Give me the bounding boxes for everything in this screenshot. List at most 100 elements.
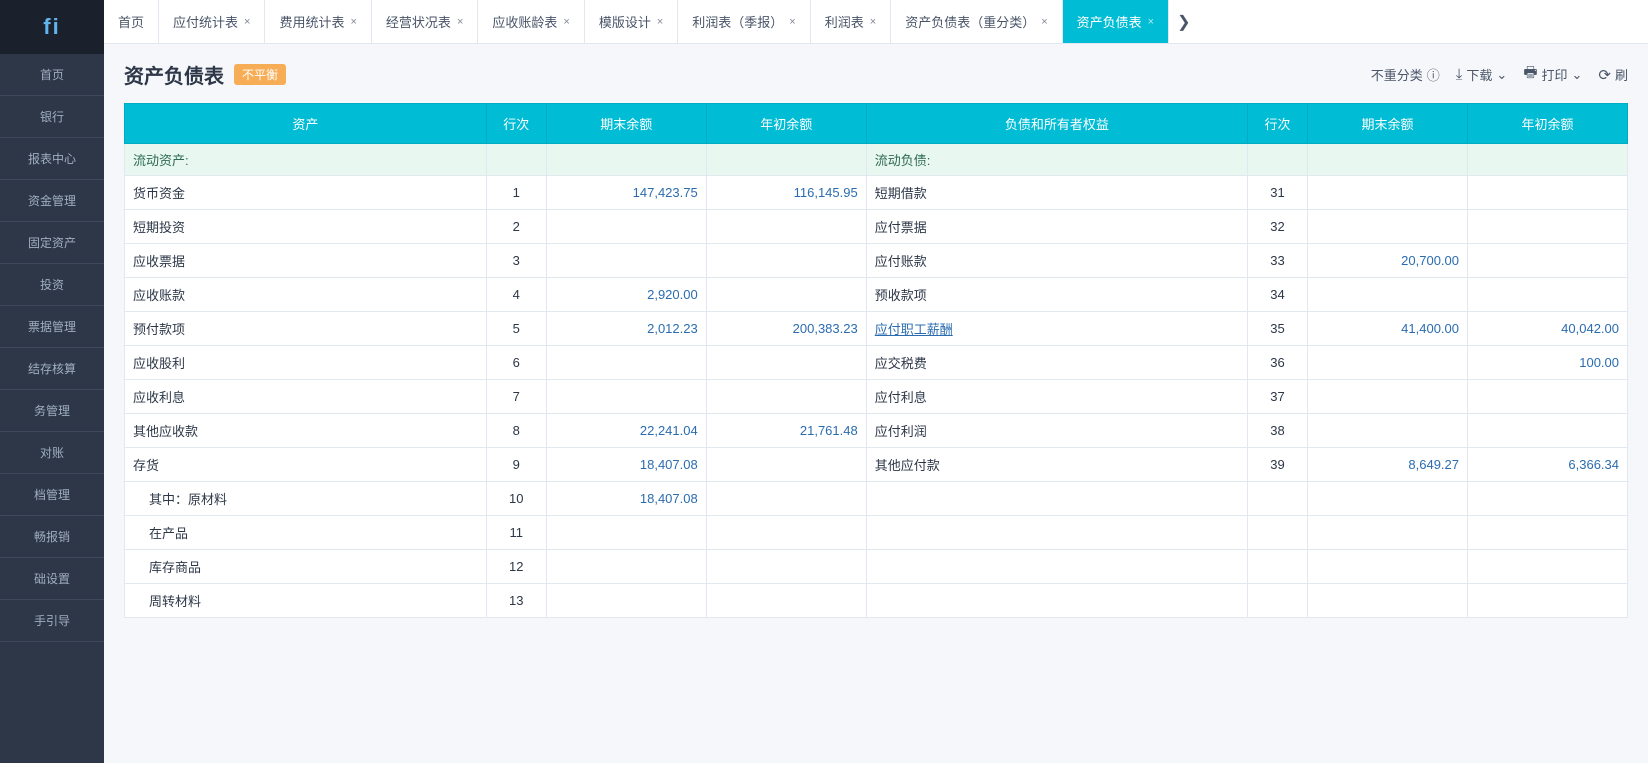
year-start-balance2: 40,042.00	[1468, 312, 1628, 346]
table-row[interactable]: 其中：原材料 10 18,407.08	[125, 482, 1628, 516]
refresh-button[interactable]: ⟳ 刷	[1598, 65, 1628, 84]
header-actions: 不重分类 ⓘ ⤓ 下载 ⌄ 🖶 打印 ⌄ ⟳ 刷	[1371, 62, 1628, 87]
table-row[interactable]: 周转材料 13	[125, 584, 1628, 618]
table-row[interactable]: 预付款项 5 2,012.23 200,383.23 应付职工薪酬 35 41,…	[125, 312, 1628, 346]
sidebar-item-reports[interactable]: 报表中心	[0, 138, 104, 180]
table-row[interactable]: 货币资金 1 147,423.75 116,145.95 短期借款 31	[125, 176, 1628, 210]
sidebar-item-investment[interactable]: 投资	[0, 264, 104, 306]
row-num: 6	[486, 346, 546, 380]
header-end-balance2: 期末余额	[1308, 104, 1468, 144]
end-balance2: 20,700.00	[1308, 244, 1468, 278]
download-icon: ⤓	[1456, 66, 1463, 83]
row-num: 4	[486, 278, 546, 312]
sidebar-item-fixed-assets[interactable]: 固定资产	[0, 222, 104, 264]
tab-profit-quarter[interactable]: 利润表（季报） ×	[678, 0, 810, 44]
year-start-balance	[706, 278, 866, 312]
page-title: 资产负债表	[124, 60, 224, 89]
asset-name: 短期投资	[125, 210, 487, 244]
asset-name: 存货	[125, 448, 487, 482]
sidebar-item-reconcile[interactable]: 对账	[0, 432, 104, 474]
liability-name: 应付票据	[866, 210, 1247, 244]
table-row[interactable]: 在产品 11	[125, 516, 1628, 550]
table-row[interactable]: 应收账款 4 2,920.00 预收款项 34	[125, 278, 1628, 312]
end-balance	[546, 346, 706, 380]
table-row[interactable]: 应收票据 3 应付账款 33 20,700.00	[125, 244, 1628, 278]
close-icon[interactable]: ×	[350, 16, 356, 28]
liability-name: 短期借款	[866, 176, 1247, 210]
tab-expense-stats[interactable]: 费用统计表 ×	[265, 0, 371, 44]
row-num: 13	[486, 584, 546, 618]
table-row[interactable]: 库存商品 12	[125, 550, 1628, 584]
year-start-balance	[706, 584, 866, 618]
year-start-balance2	[1468, 210, 1628, 244]
asset-name: 应收股利	[125, 346, 487, 380]
year-start-balance2	[1468, 176, 1628, 210]
asset-name: 应收利息	[125, 380, 487, 414]
end-balance2	[1308, 380, 1468, 414]
close-icon[interactable]: ×	[563, 16, 569, 28]
table-row[interactable]: 其他应收款 8 22,241.04 21,761.48 应付利润 38	[125, 414, 1628, 448]
tab-receivable-age[interactable]: 应收账龄表 ×	[478, 0, 584, 44]
close-icon[interactable]: ×	[789, 16, 795, 28]
print-button[interactable]: 🖶 打印 ⌄	[1523, 62, 1582, 87]
header-year-start-balance: 年初余额	[706, 104, 866, 144]
sidebar-item-settings[interactable]: 础设置	[0, 558, 104, 600]
row-num: 7	[486, 380, 546, 414]
year-start-balance	[706, 550, 866, 584]
sidebar-item-expense[interactable]: 畅报销	[0, 516, 104, 558]
content-area: 资产负债表 不平衡 不重分类 ⓘ ⤓ 下载 ⌄ 🖶 打印 ⌄	[104, 44, 1648, 763]
close-icon[interactable]: ×	[657, 16, 663, 28]
sidebar-item-home[interactable]: 首页	[0, 54, 104, 96]
row-num2: 39	[1248, 448, 1308, 482]
tab-template[interactable]: 模版设计 ×	[585, 0, 678, 44]
close-icon[interactable]: ×	[1148, 16, 1154, 28]
tab-payable-stats[interactable]: 应付统计表 ×	[159, 0, 265, 44]
reclassify-toggle[interactable]: 不重分类 ⓘ	[1371, 65, 1440, 84]
sidebar-item-settlement[interactable]: 结存核算	[0, 348, 104, 390]
end-balance: 2,920.00	[546, 278, 706, 312]
sidebar-item-guide[interactable]: 手引导	[0, 600, 104, 642]
tab-balance-reclassify[interactable]: 资产负债表（重分类） ×	[891, 0, 1062, 44]
sidebar-item-archive[interactable]: 档管理	[0, 474, 104, 516]
table-row[interactable]: 应收股利 6 应交税费 36 100.00	[125, 346, 1628, 380]
liability-name: 应付职工薪酬	[866, 312, 1247, 346]
asset-name: 其中：原材料	[125, 482, 487, 516]
asset-name: 在产品	[125, 516, 487, 550]
close-icon[interactable]: ×	[244, 16, 250, 28]
row-num2	[1248, 516, 1308, 550]
download-button[interactable]: ⤓ 下载 ⌄	[1456, 65, 1508, 84]
page-header: 资产负债表 不平衡 不重分类 ⓘ ⤓ 下载 ⌄ 🖶 打印 ⌄	[124, 60, 1628, 89]
row-num2	[1248, 482, 1308, 516]
end-balance2	[1308, 482, 1468, 516]
section-asset-end	[546, 144, 706, 176]
tab-bar: 首页 应付统计表 × 费用统计表 × 经营状况表 × 应收账龄表 × 模版设计 …	[104, 0, 1648, 44]
download-label: 下载	[1466, 65, 1492, 84]
sidebar-item-affairs[interactable]: 务管理	[0, 390, 104, 432]
close-icon[interactable]: ×	[1041, 16, 1047, 28]
table-row[interactable]: 短期投资 2 应付票据 32	[125, 210, 1628, 244]
sidebar-item-bills[interactable]: 票据管理	[0, 306, 104, 348]
row-num2: 36	[1248, 346, 1308, 380]
table-row[interactable]: 应收利息 7 应付利息 37	[125, 380, 1628, 414]
tab-balance[interactable]: 资产负债表 ×	[1063, 0, 1169, 44]
sidebar-item-bank[interactable]: 银行	[0, 96, 104, 138]
tab-home[interactable]: 首页	[104, 0, 159, 44]
end-balance2	[1308, 550, 1468, 584]
end-balance2	[1308, 278, 1468, 312]
close-icon[interactable]: ×	[457, 16, 463, 28]
print-label: 打印	[1541, 65, 1567, 84]
help-icon[interactable]: ⓘ	[1427, 65, 1440, 84]
row-num2: 35	[1248, 312, 1308, 346]
close-icon[interactable]: ×	[870, 16, 876, 28]
sidebar-item-funds[interactable]: 资金管理	[0, 180, 104, 222]
tab-profit[interactable]: 利润表 ×	[811, 0, 891, 44]
row-num: 5	[486, 312, 546, 346]
tab-operation[interactable]: 经营状况表 ×	[372, 0, 478, 44]
table-row[interactable]: 存货 9 18,407.08 其他应付款 39 8,649.27 6,366.3…	[125, 448, 1628, 482]
row-num: 11	[486, 516, 546, 550]
year-start-balance2	[1468, 414, 1628, 448]
tab-more-button[interactable]: ❯	[1169, 0, 1198, 44]
end-balance2	[1308, 414, 1468, 448]
liability-name	[866, 482, 1247, 516]
end-balance2	[1308, 176, 1468, 210]
